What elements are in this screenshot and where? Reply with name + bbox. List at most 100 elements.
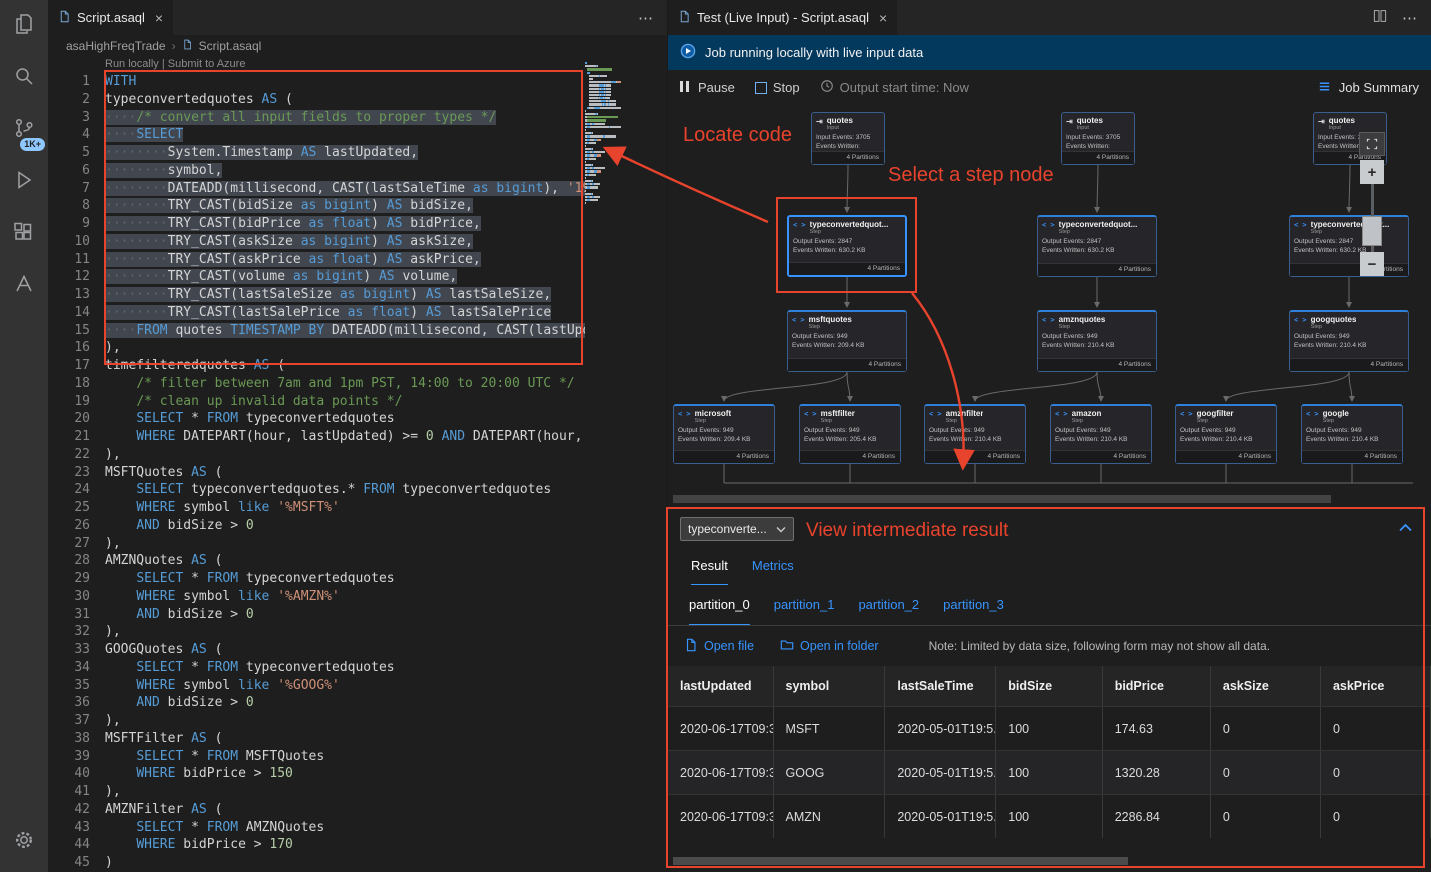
table-header-cell: askSize bbox=[1211, 666, 1321, 706]
results-table: lastUpdatedsymbollastSaleTimebidSizebidP… bbox=[668, 666, 1431, 838]
zoom-in-button[interactable]: + bbox=[1360, 160, 1384, 184]
diagram-node-tc_1[interactable]: < > typeconvertedquot... Step Output Eve… bbox=[787, 215, 907, 277]
diagram-node-amznfilter[interactable]: < > amznfilter Step Output Events: 949Ev… bbox=[924, 404, 1026, 464]
node-stat: Output Events: 949 bbox=[929, 426, 1021, 435]
settings-button[interactable] bbox=[0, 816, 48, 868]
code-line: ········TRY_CAST(askPrice as float) AS a… bbox=[105, 252, 585, 270]
note-text: Note: Limited by data size, following fo… bbox=[929, 639, 1271, 653]
asaql-file-icon bbox=[678, 10, 691, 26]
sidebar-item-search[interactable] bbox=[0, 52, 48, 104]
code-line: ········TRY_CAST(askSize as bigint) AS a… bbox=[105, 234, 585, 252]
close-icon[interactable]: × bbox=[879, 10, 887, 26]
line-number: 10 bbox=[48, 234, 90, 252]
zoom-out-button[interactable]: − bbox=[1360, 252, 1384, 276]
diagram-node-googquotes[interactable]: < > googquotes Step Output Events: 949Ev… bbox=[1289, 310, 1409, 372]
minimap[interactable] bbox=[585, 62, 657, 205]
pause-button[interactable]: Pause bbox=[680, 80, 735, 95]
partition-tab-partition_1[interactable]: partition_1 bbox=[774, 585, 835, 625]
code-line: AMZNQuotes AS ( bbox=[105, 553, 585, 571]
diagram-node-amznquotes[interactable]: < > amznquotes Step Output Events: 949Ev… bbox=[1037, 310, 1157, 372]
more-actions-icon[interactable]: ⋯ bbox=[1402, 9, 1417, 27]
diagram-hscroll-thumb[interactable] bbox=[673, 495, 1331, 503]
sidebar-item-azure[interactable] bbox=[0, 260, 48, 312]
azure-icon bbox=[12, 272, 36, 301]
diagram-node-google[interactable]: < > google Step Output Events: 949Events… bbox=[1301, 404, 1403, 464]
node-title: googquotes bbox=[1311, 315, 1357, 324]
diagram-node-msftfilter[interactable]: < > msftfilter Step Output Events: 949Ev… bbox=[799, 404, 901, 464]
sidebar-item-extensions[interactable] bbox=[0, 208, 48, 260]
input-node-icon: ⇥ bbox=[1318, 117, 1325, 126]
node-stat: Events Written: 210.4 KB bbox=[1042, 341, 1152, 350]
code-line: AMZNFilter AS ( bbox=[105, 802, 585, 820]
diagram-node-amazon[interactable]: < > amazon Step Output Events: 949Events… bbox=[1050, 404, 1152, 464]
code-editor[interactable]: Run locally | Submit to Azure 1234567891… bbox=[48, 57, 667, 872]
job-diagram-canvas[interactable]: ⇥ quotes Input Input Events: 3705Events … bbox=[668, 105, 1431, 493]
results-hscroll-thumb[interactable] bbox=[673, 857, 1128, 865]
file-icon bbox=[684, 638, 698, 655]
tab-metrics[interactable]: Metrics bbox=[752, 547, 794, 585]
zoom-fit-button[interactable] bbox=[1359, 132, 1385, 156]
table-cell: GOOG bbox=[774, 751, 886, 794]
node-title: amazon bbox=[1072, 409, 1102, 418]
breadcrumb-root[interactable]: asaHighFreqTrade bbox=[66, 39, 166, 53]
tab-script-asaql[interactable]: Script.asaql × bbox=[48, 0, 174, 35]
job-summary-button[interactable]: Job Summary bbox=[1317, 79, 1419, 97]
sidebar-item-run-debug[interactable] bbox=[0, 156, 48, 208]
line-number: 27 bbox=[48, 536, 90, 554]
stop-button[interactable]: Stop bbox=[755, 80, 800, 95]
node-stat: Output Events: 949 bbox=[1042, 332, 1152, 341]
node-title: amznfilter bbox=[946, 409, 984, 418]
diagram-node-tc_3[interactable]: < > typeconvertedquot... Step Output Eve… bbox=[1289, 215, 1409, 277]
node-stat: Events Written: 209.4 KB bbox=[792, 341, 902, 350]
pause-icon bbox=[680, 80, 692, 95]
zoom-slider-handle[interactable] bbox=[1362, 216, 1382, 246]
breadcrumb-file[interactable]: Script.asaql bbox=[199, 39, 262, 53]
collapse-panel-button[interactable] bbox=[1398, 520, 1413, 538]
explorer-icon bbox=[12, 12, 36, 41]
split-editor-icon[interactable] bbox=[1372, 8, 1388, 28]
open-file-link[interactable]: Open file bbox=[684, 638, 754, 655]
code-line: ····FROM quotes TIMESTAMP BY DATEADD(mil… bbox=[105, 323, 585, 341]
step-dropdown[interactable]: typeconverte... bbox=[680, 517, 794, 541]
diagram-node-googfilter[interactable]: < > googfilter Step Output Events: 949Ev… bbox=[1175, 404, 1277, 464]
line-number: 30 bbox=[48, 589, 90, 607]
line-number: 34 bbox=[48, 660, 90, 678]
partition-tab-partition_0[interactable]: partition_0 bbox=[689, 585, 750, 625]
code-line: /* clean up invalid data points */ bbox=[105, 394, 585, 412]
activity-bar: 1K+ bbox=[0, 0, 48, 872]
node-stat: Output Events: 2847 bbox=[1294, 237, 1404, 246]
folder-icon bbox=[780, 638, 794, 655]
run-locally-link[interactable]: Run locally bbox=[105, 58, 159, 70]
diagram-node-quotes_2[interactable]: ⇥ quotes Input Input Events: 3705Events … bbox=[1061, 112, 1135, 165]
code-line: MSFTFilter AS ( bbox=[105, 731, 585, 749]
open-in-folder-link[interactable]: Open in folder bbox=[780, 638, 879, 655]
sidebar-item-source-control[interactable]: 1K+ bbox=[0, 104, 48, 156]
diagram-node-msftquotes[interactable]: < > msftquotes Step Output Events: 949Ev… bbox=[787, 310, 907, 372]
diagram-node-microsoft[interactable]: < > microsoft Step Output Events: 949Eve… bbox=[673, 404, 775, 464]
tab-result[interactable]: Result bbox=[691, 547, 728, 585]
table-cell: 2020-06-17T09:3... bbox=[668, 707, 774, 750]
more-actions-icon[interactable]: ⋯ bbox=[638, 9, 653, 27]
code-line: SELECT * FROM MSFTQuotes bbox=[105, 749, 585, 767]
diagram-node-quotes_1[interactable]: ⇥ quotes Input Input Events: 3705Events … bbox=[811, 112, 885, 165]
close-icon[interactable]: × bbox=[155, 10, 163, 26]
partition-tabs: partition_0 partition_1 partition_2 partiti… bbox=[668, 585, 1431, 626]
partition-tab-partition_2[interactable]: partition_2 bbox=[858, 585, 919, 625]
partition-tab-partition_3[interactable]: partition_3 bbox=[943, 585, 1004, 625]
node-title: microsoft bbox=[695, 409, 731, 418]
node-title: google bbox=[1323, 409, 1349, 418]
line-number: 43 bbox=[48, 820, 90, 838]
step-node-icon: < > bbox=[1055, 410, 1068, 418]
code-line: ), bbox=[105, 784, 585, 802]
diagram-node-tc_2[interactable]: < > typeconvertedquot... Step Output Eve… bbox=[1037, 215, 1157, 277]
node-partitions: 4 Partitions bbox=[789, 262, 905, 275]
tab-test-live-input[interactable]: Test (Live Input) - Script.asaql × bbox=[668, 0, 898, 35]
node-subtitle: Input bbox=[1077, 125, 1103, 131]
line-number: 22 bbox=[48, 447, 90, 465]
diagram-hscrollbar bbox=[668, 493, 1431, 505]
sidebar-item-explorer[interactable] bbox=[0, 0, 48, 52]
node-subtitle: Step bbox=[810, 229, 889, 235]
right-editor-pane: Test (Live Input) - Script.asaql × ⋯ Job… bbox=[667, 0, 1431, 872]
table-cell: AMZN bbox=[774, 795, 886, 838]
submit-to-azure-link[interactable]: Submit to Azure bbox=[168, 58, 246, 70]
